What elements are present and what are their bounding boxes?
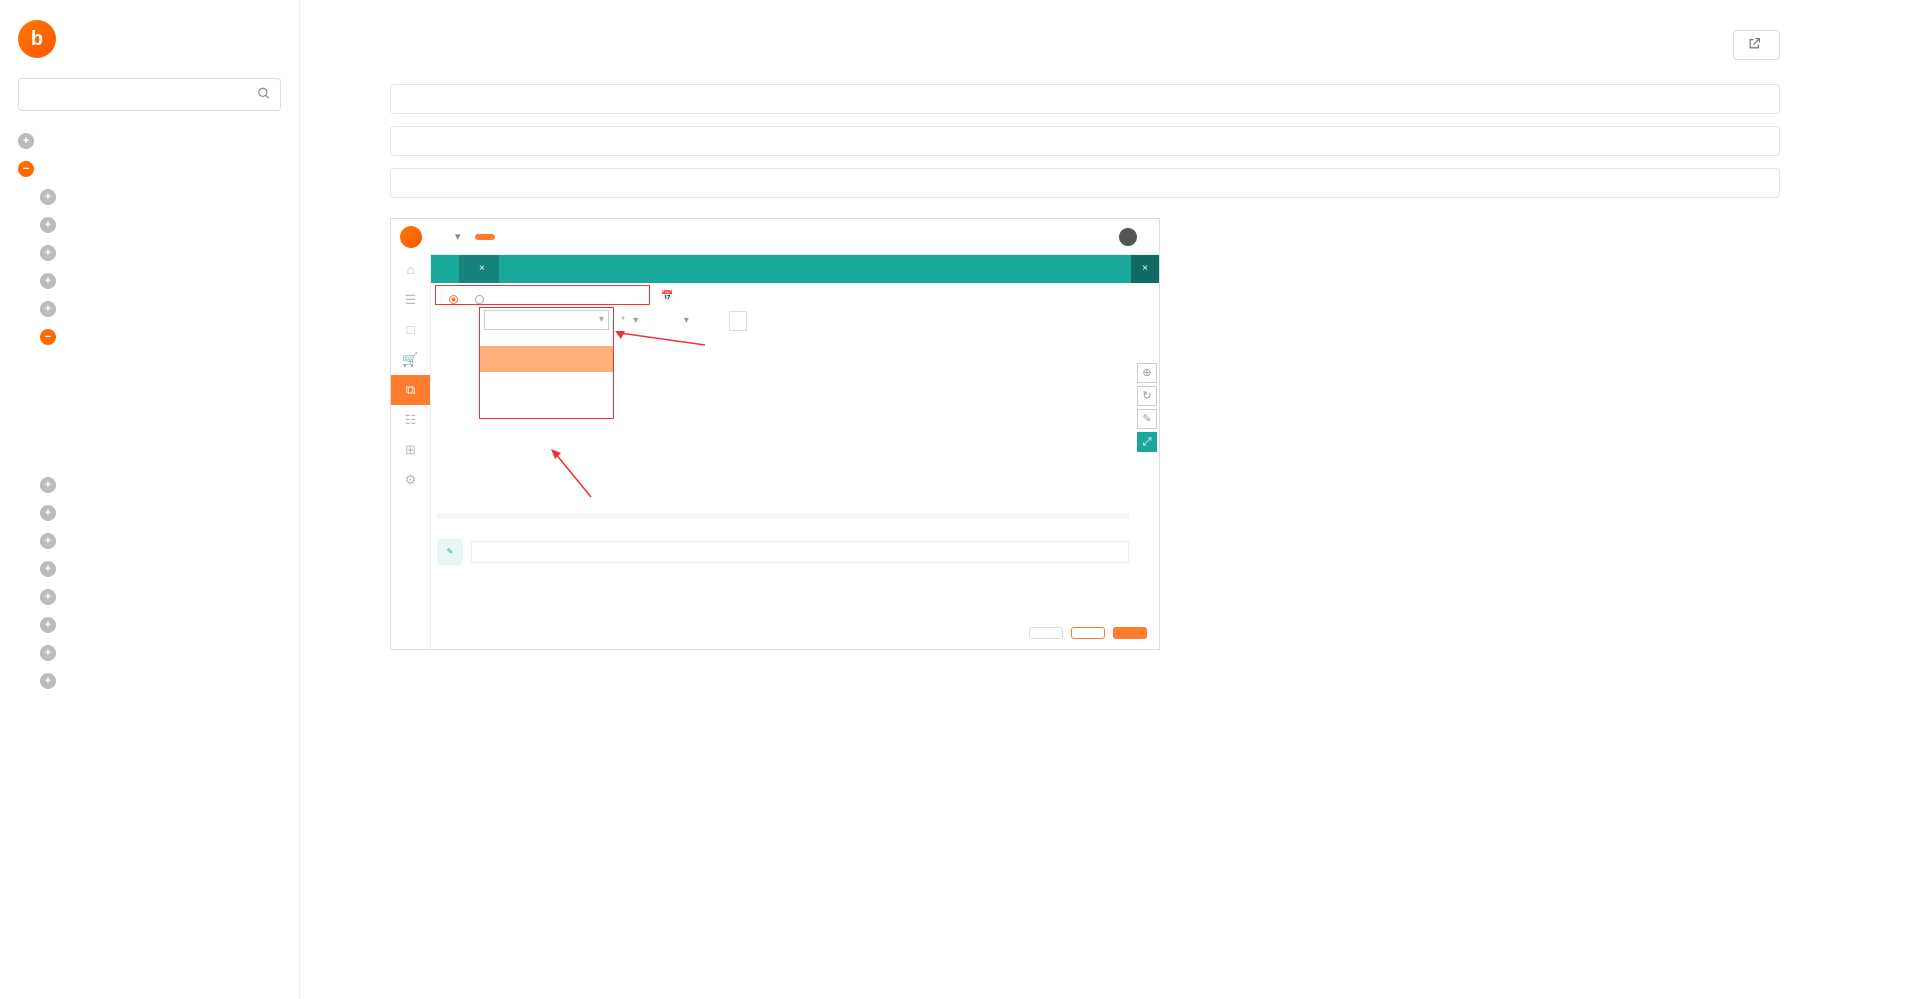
embedded-screenshot: ⌂ ☰ □ 🛒 ⧉ ☷ ⊞ ⚙ ▾: [390, 218, 1160, 650]
ss-tab-home: [431, 255, 459, 283]
nav-2-12[interactable]: [18, 611, 281, 639]
search-icon[interactable]: [257, 86, 271, 103]
nav-2-8[interactable]: [18, 499, 281, 527]
nav-2-1[interactable]: [18, 183, 281, 211]
ss-nav-icon: ⌂: [391, 255, 430, 285]
main: ⌂ ☰ □ 🛒 ⧉ ☷ ⊞ ⚙ ▾: [300, 0, 1920, 999]
annotation-box-2: ▾: [479, 307, 614, 419]
ss-nav-icon: 🛒: [391, 345, 430, 375]
nav-2-10[interactable]: [18, 555, 281, 583]
nav-docs[interactable]: [18, 155, 281, 183]
nav-2-3[interactable]: [18, 239, 281, 267]
ss-nav-icon-active: ⧉: [391, 375, 430, 405]
ss-nav-icon: ☰: [391, 285, 430, 315]
nav-2-6-1[interactable]: [18, 351, 281, 363]
nav-2-7[interactable]: [18, 471, 281, 499]
ss-avatar-icon: [1119, 228, 1137, 246]
nav-2-6[interactable]: [18, 323, 281, 351]
nav-2-13[interactable]: [18, 639, 281, 667]
nav-2-6-3[interactable]: [18, 375, 281, 387]
nav-2-11[interactable]: [18, 583, 281, 611]
nav-2-6-8[interactable]: [18, 435, 281, 447]
ss-nav-icon: ⚙: [391, 465, 430, 495]
path-box: [390, 168, 1780, 198]
nav-2-9[interactable]: [18, 527, 281, 555]
ss-close-icon: ×: [1131, 255, 1159, 283]
annotation-box-1: [435, 285, 650, 305]
nav-2-6-9[interactable]: [18, 447, 281, 459]
share-button[interactable]: [1733, 30, 1780, 60]
search-input[interactable]: [18, 78, 281, 111]
intro-box: [390, 84, 1780, 114]
nav-2-6-2[interactable]: [18, 363, 281, 375]
ss-footer-buttons: [437, 627, 1147, 639]
role-box: [390, 126, 1780, 156]
nav-2-6-7[interactable]: [18, 423, 281, 435]
annotation-arrow-1: [615, 331, 705, 349]
ss-side-tools: ⊕↻✎⤢: [1137, 363, 1159, 452]
nav-2-6-4[interactable]: [18, 387, 281, 399]
nav-2-6-5[interactable]: [18, 399, 281, 411]
ss-top-bar: ▾: [431, 219, 1159, 255]
ss-nav-icon: ☷: [391, 405, 430, 435]
nav-2-5[interactable]: [18, 295, 281, 323]
ss-note-input: [471, 541, 1129, 563]
annotation-arrow-2: [551, 449, 601, 499]
search: [18, 78, 281, 111]
ss-tab-current: ×: [459, 255, 499, 283]
nav-2-6-6[interactable]: [18, 411, 281, 423]
ss-cancel-button: [1029, 627, 1063, 639]
ss-note-icon: ✎: [437, 539, 463, 565]
nav-video[interactable]: [18, 127, 281, 155]
ss-draft-button: [1071, 627, 1105, 639]
logo-icon: b: [18, 20, 56, 58]
ss-save-button: [1113, 627, 1147, 639]
ss-nav-icon: ⊞: [391, 435, 430, 465]
nav-2-6-10[interactable]: [18, 459, 281, 471]
ss-logo-icon: [400, 226, 422, 248]
ss-left-nav: ⌂ ☰ □ 🛒 ⧉ ☷ ⊞ ⚙: [391, 219, 431, 649]
share-icon: [1748, 37, 1761, 53]
ss-tabs: × ×: [431, 255, 1159, 283]
nav-2-2[interactable]: [18, 211, 281, 239]
sidebar: b: [0, 0, 300, 999]
nav-2-14[interactable]: [18, 667, 281, 695]
ss-buy-button: [475, 234, 495, 240]
logo: b: [18, 20, 281, 58]
nav-2-4[interactable]: [18, 267, 281, 295]
nav-tree: [18, 127, 281, 695]
ss-nav-icon: □: [391, 315, 430, 345]
